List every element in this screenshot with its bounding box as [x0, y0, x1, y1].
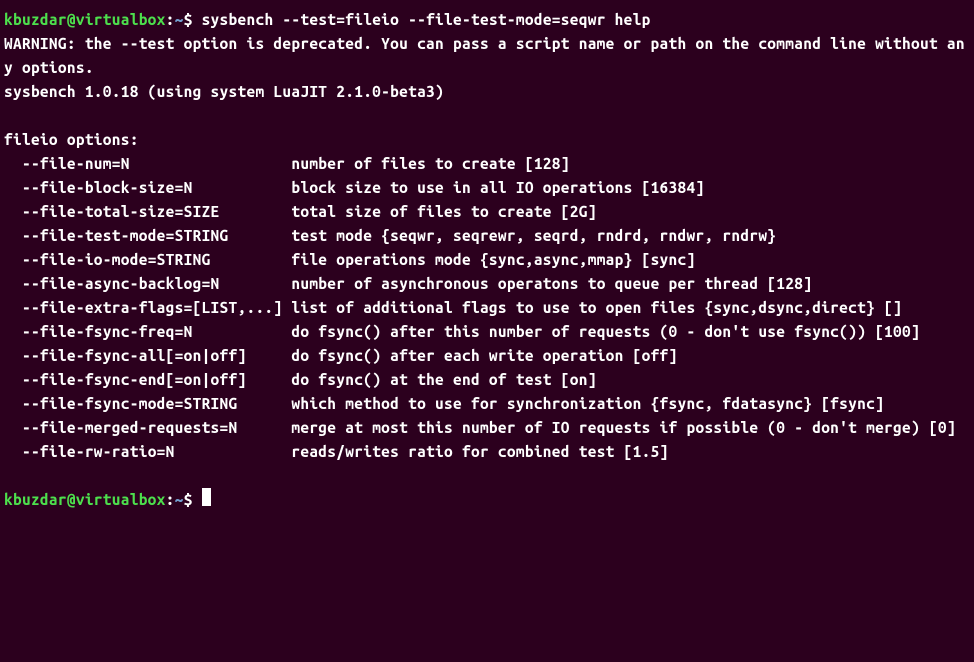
prompt-path: ~	[175, 11, 184, 28]
output-line	[4, 464, 970, 488]
output-line: WARNING: the --test option is deprecated…	[4, 32, 970, 80]
output-line: --file-rw-ratio=N reads/writes ratio for…	[4, 440, 970, 464]
prompt-line-2: kbuzdar@virtualbox:~$	[4, 488, 970, 512]
output-line: fileio options:	[4, 128, 970, 152]
prompt-path-2: ~	[175, 491, 184, 508]
output-line: --file-merged-requests=N merge at most t…	[4, 416, 970, 440]
output-block: WARNING: the --test option is deprecated…	[4, 32, 970, 488]
prompt-user-host: kbuzdar@virtualbox	[4, 11, 166, 28]
output-line: --file-num=N number of files to create […	[4, 152, 970, 176]
command-line: kbuzdar@virtualbox:~$ sysbench --test=fi…	[4, 8, 970, 32]
prompt-dollar-2: $	[184, 491, 202, 508]
output-line: --file-extra-flags=[LIST,...] list of ad…	[4, 296, 970, 320]
output-line: --file-total-size=SIZE total size of fil…	[4, 200, 970, 224]
output-line: --file-io-mode=STRING file operations mo…	[4, 248, 970, 272]
output-line: --file-fsync-all[=on|off] do fsync() aft…	[4, 344, 970, 368]
output-line: --file-fsync-mode=STRING which method to…	[4, 392, 970, 416]
output-line	[4, 104, 970, 128]
entered-command: sysbench --test=fileio --file-test-mode=…	[202, 11, 651, 28]
terminal-output[interactable]: kbuzdar@virtualbox:~$ sysbench --test=fi…	[4, 8, 970, 512]
output-line: sysbench 1.0.18 (using system LuaJIT 2.1…	[4, 80, 970, 104]
cursor	[202, 488, 211, 506]
output-line: --file-block-size=N block size to use in…	[4, 176, 970, 200]
output-line: --file-test-mode=STRING test mode {seqwr…	[4, 224, 970, 248]
prompt-dollar: $	[184, 11, 202, 28]
prompt-separator: :	[166, 11, 175, 28]
prompt-separator-2: :	[166, 491, 175, 508]
output-line: --file-fsync-freq=N do fsync() after thi…	[4, 320, 970, 344]
output-line: --file-async-backlog=N number of asynchr…	[4, 272, 970, 296]
output-line: --file-fsync-end[=on|off] do fsync() at …	[4, 368, 970, 392]
prompt-user-host-2: kbuzdar@virtualbox	[4, 491, 166, 508]
